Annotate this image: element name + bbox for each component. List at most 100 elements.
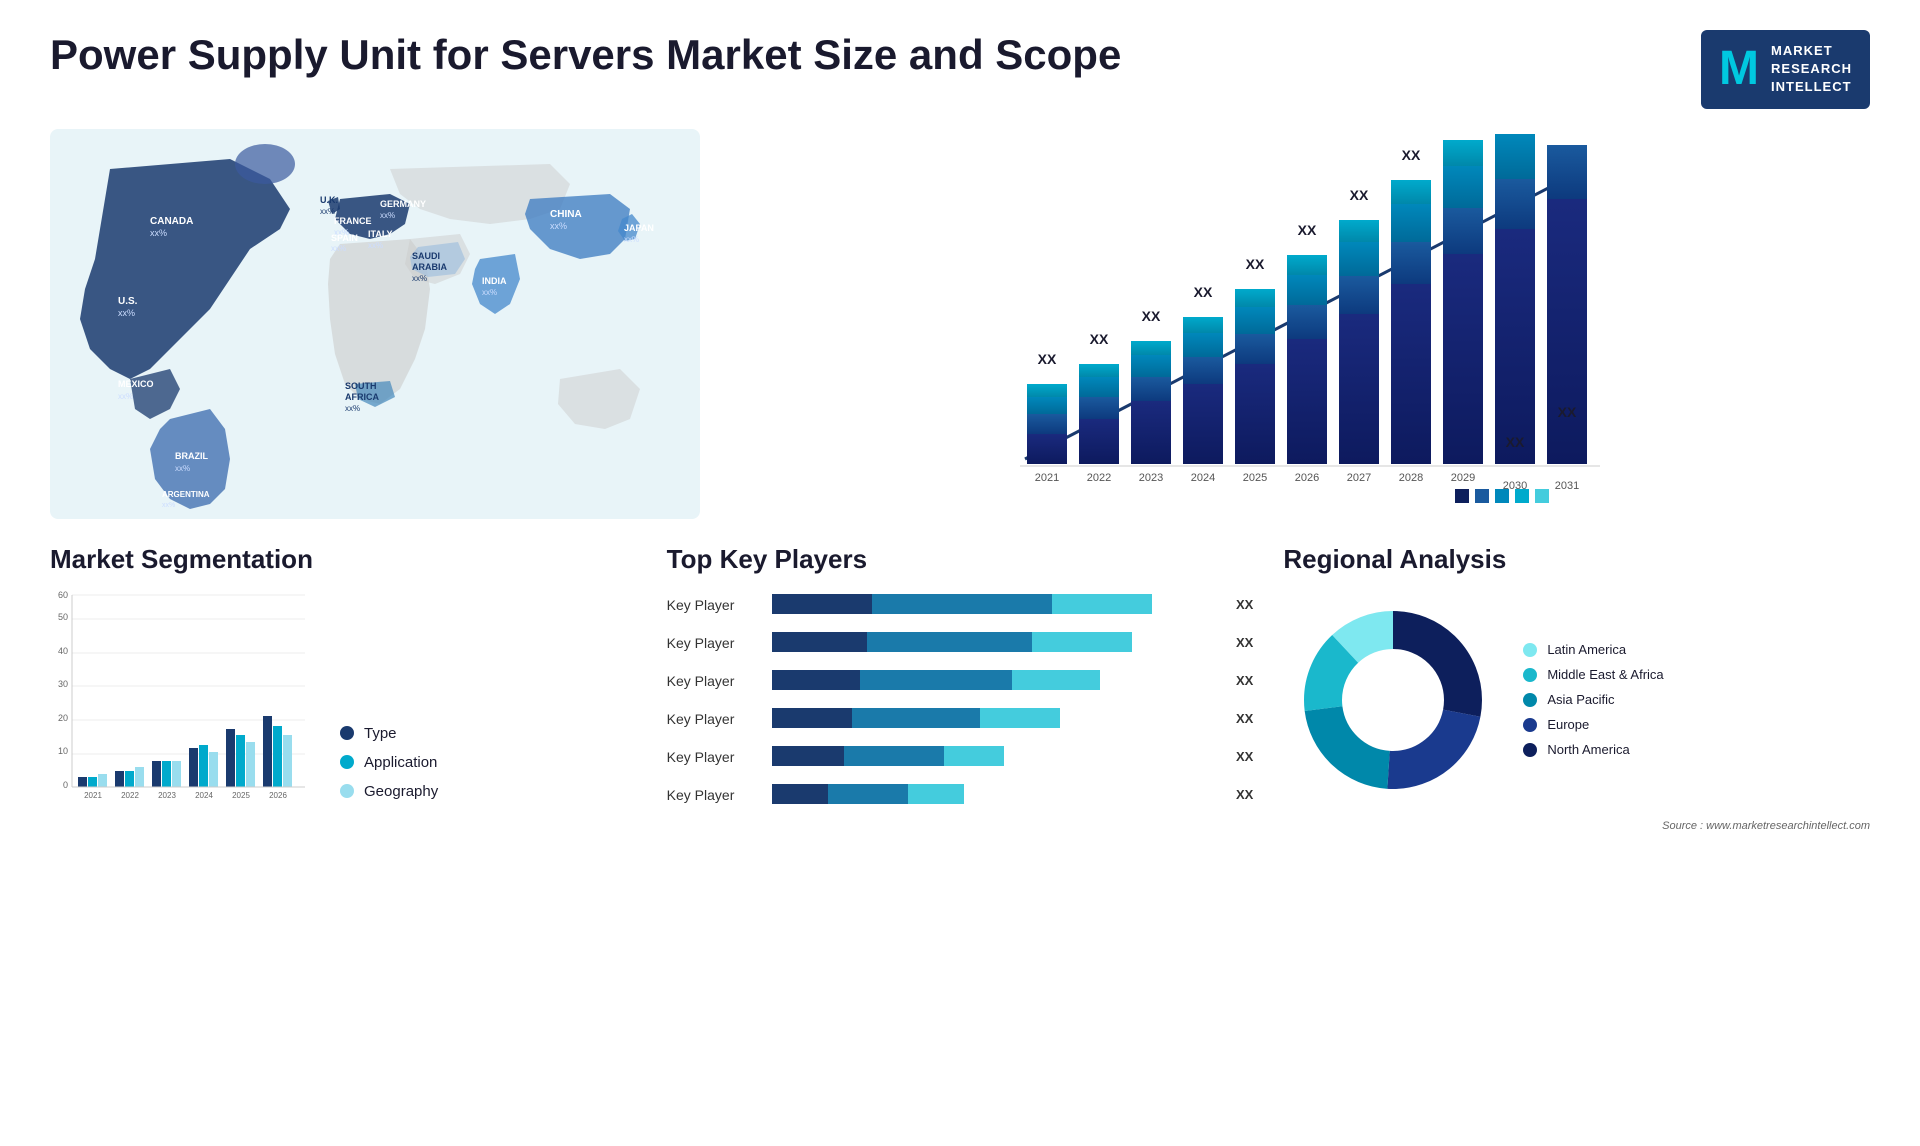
player-row: Key Player XX	[667, 780, 1254, 810]
svg-text:2021: 2021	[1035, 472, 1059, 484]
svg-text:XX: XX	[1142, 308, 1161, 324]
player-row: Key Player XX	[667, 704, 1254, 734]
player-xx: XX	[1236, 673, 1253, 688]
player-label: Key Player	[667, 787, 757, 803]
svg-text:XX: XX	[1350, 187, 1369, 203]
bottom-grid: Market Segmentation 0 10 20 30 40 50 60	[50, 544, 1870, 832]
legend-type-dot	[340, 726, 354, 740]
svg-text:2023: 2023	[1139, 472, 1163, 484]
legend-application-label: Application	[364, 754, 437, 771]
svg-text:xx%: xx%	[380, 211, 395, 220]
legend-middle-east: Middle East & Africa	[1523, 667, 1663, 682]
svg-text:XX: XX	[1298, 222, 1317, 238]
svg-text:2022: 2022	[121, 791, 139, 800]
key-players-title: Top Key Players	[667, 544, 1254, 575]
svg-text:10: 10	[58, 746, 68, 756]
player-xx: XX	[1236, 597, 1253, 612]
player-xx: XX	[1236, 749, 1253, 764]
svg-text:2022: 2022	[1087, 472, 1111, 484]
regional-section: Regional Analysis	[1283, 544, 1870, 832]
growth-chart: XX XX XX XX	[730, 129, 1870, 524]
player-xx: XX	[1236, 711, 1253, 726]
north-america-dot	[1523, 743, 1537, 757]
legend-latin-america: Latin America	[1523, 642, 1663, 657]
svg-text:SAUDI: SAUDI	[412, 251, 440, 261]
seg-legend: Type Application Geography	[320, 725, 438, 800]
regional-title: Regional Analysis	[1283, 544, 1870, 575]
player-bar	[772, 666, 1216, 696]
page-title: Power Supply Unit for Servers Market Siz…	[50, 30, 1121, 80]
svg-text:2025: 2025	[232, 791, 250, 800]
svg-text:xx%: xx%	[175, 464, 190, 473]
player-xx: XX	[1236, 635, 1253, 650]
latin-america-dot	[1523, 643, 1537, 657]
svg-text:xx%: xx%	[150, 228, 167, 238]
svg-text:xx%: xx%	[345, 404, 360, 413]
north-america-label: North America	[1547, 742, 1629, 757]
legend-geography-label: Geography	[364, 783, 438, 800]
logo: M MARKET RESEARCH INTELLECT	[1701, 30, 1870, 109]
svg-text:2027: 2027	[1347, 472, 1371, 484]
svg-text:2028: 2028	[1399, 472, 1423, 484]
player-row: Key Player XX	[667, 666, 1254, 696]
svg-text:2026: 2026	[1295, 472, 1319, 484]
svg-text:GERMANY: GERMANY	[380, 199, 426, 209]
legend-type: Type	[340, 725, 438, 742]
legend-geography: Geography	[340, 783, 438, 800]
middle-east-dot	[1523, 668, 1537, 682]
svg-text:ARGENTINA: ARGENTINA	[162, 490, 210, 499]
source-text: Source : www.marketresearchintellect.com	[1283, 820, 1870, 832]
europe-label: Europe	[1547, 717, 1589, 732]
player-label: Key Player	[667, 673, 757, 689]
legend-geography-dot	[340, 784, 354, 798]
seg-chart-svg: 0 10 20 30 40 50 60	[50, 590, 310, 800]
bar-chart-svg: XX XX XX XX	[730, 129, 1870, 519]
regional-legend: Latin America Middle East & Africa Asia …	[1523, 642, 1663, 757]
svg-text:xx%: xx%	[118, 392, 133, 401]
player-bar	[772, 742, 1216, 772]
legend-north-america: North America	[1523, 742, 1663, 757]
svg-text:XX: XX	[1038, 351, 1057, 367]
svg-text:2024: 2024	[1191, 472, 1215, 484]
svg-text:ARABIA: ARABIA	[412, 262, 447, 272]
svg-text:xx%: xx%	[331, 244, 346, 253]
svg-text:30: 30	[58, 679, 68, 689]
svg-text:xx%: xx%	[368, 241, 383, 250]
svg-text:XX: XX	[1558, 404, 1577, 420]
player-row: Key Player XX	[667, 628, 1254, 658]
legend-application: Application	[340, 754, 438, 771]
player-label: Key Player	[667, 635, 757, 651]
svg-text:INDIA: INDIA	[482, 276, 507, 286]
svg-text:SPAIN: SPAIN	[331, 233, 358, 243]
player-label: Key Player	[667, 711, 757, 727]
legend-asia-pacific: Asia Pacific	[1523, 692, 1663, 707]
svg-text:40: 40	[58, 646, 68, 656]
player-bar	[772, 780, 1216, 810]
svg-text:2025: 2025	[1243, 472, 1267, 484]
regional-content: Latin America Middle East & Africa Asia …	[1283, 590, 1870, 810]
svg-text:xx%: xx%	[482, 288, 497, 297]
player-label: Key Player	[667, 597, 757, 613]
player-row: Key Player XX	[667, 590, 1254, 620]
donut-chart	[1283, 590, 1503, 810]
svg-text:xx%: xx%	[412, 274, 427, 283]
player-bar	[772, 704, 1216, 734]
legend-europe: Europe	[1523, 717, 1663, 732]
player-row: Key Player XX	[667, 742, 1254, 772]
player-bar	[772, 628, 1216, 658]
europe-dot	[1523, 718, 1537, 732]
svg-text:U.K.: U.K.	[320, 195, 338, 205]
legend-type-label: Type	[364, 725, 397, 742]
svg-text:SOUTH: SOUTH	[345, 381, 377, 391]
player-bar	[772, 590, 1216, 620]
asia-pacific-label: Asia Pacific	[1547, 692, 1614, 707]
map-svg: CANADA xx% U.S. xx% MEXICO xx% BRAZIL xx…	[50, 129, 700, 519]
svg-text:XX: XX	[1090, 331, 1109, 347]
svg-text:BRAZIL: BRAZIL	[175, 451, 208, 461]
key-players-section: Top Key Players Key Player XX	[667, 544, 1254, 832]
player-xx: XX	[1236, 787, 1253, 802]
segmentation-section: Market Segmentation 0 10 20 30 40 50 60	[50, 544, 637, 832]
svg-text:MEXICO: MEXICO	[118, 379, 154, 389]
header: Power Supply Unit for Servers Market Siz…	[50, 30, 1870, 109]
svg-text:2021: 2021	[84, 791, 102, 800]
